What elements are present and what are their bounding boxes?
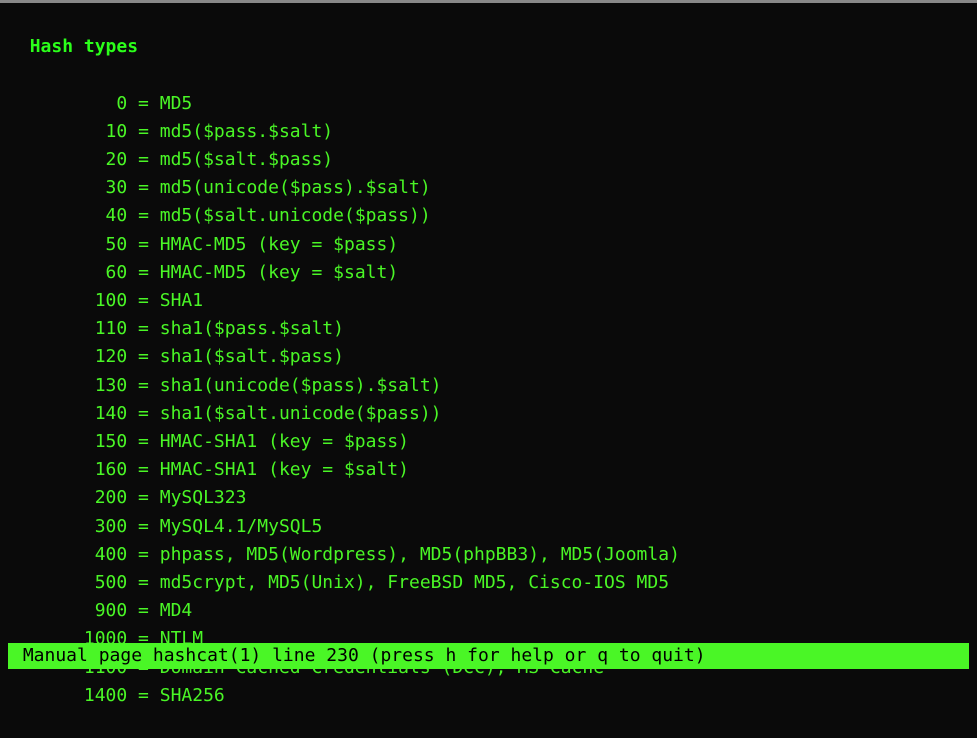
- hash-type-row: 20 = md5($salt.$pass): [8, 146, 969, 174]
- hash-type-desc: MySQL4.1/MySQL5: [160, 516, 323, 537]
- hash-type-desc: MySQL323: [160, 487, 247, 508]
- hash-type-id: 150: [95, 431, 128, 452]
- hash-type-desc: HMAC-MD5 (key = $salt): [160, 262, 398, 283]
- hash-type-desc: HMAC-SHA1 (key = $pass): [160, 431, 409, 452]
- hash-type-id: 1400: [84, 685, 127, 706]
- man-pager-status[interactable]: Manual page hashcat(1) line 230 (press h…: [8, 643, 969, 669]
- hash-type-row: 500 = md5crypt, MD5(Unix), FreeBSD MD5, …: [8, 569, 969, 597]
- hash-type-id: 140: [95, 403, 128, 424]
- hash-type-id: 900: [95, 600, 128, 621]
- hash-type-row: 140 = sha1($salt.unicode($pass)): [8, 400, 969, 428]
- hash-type-desc: md5($pass.$salt): [160, 121, 333, 142]
- hash-type-row: 300 = MySQL4.1/MySQL5: [8, 513, 969, 541]
- hash-type-id: 50: [106, 234, 128, 255]
- hash-type-id: 130: [95, 375, 128, 396]
- hash-type-row: 0 = MD5: [8, 90, 969, 118]
- hash-type-row: 100 = SHA1: [8, 287, 969, 315]
- hash-type-desc: sha1($salt.$pass): [160, 346, 344, 367]
- hash-type-desc: md5(unicode($pass).$salt): [160, 177, 431, 198]
- hash-type-id: 300: [95, 516, 128, 537]
- hash-type-id: 40: [106, 205, 128, 226]
- hash-type-row: 400 = phpass, MD5(Wordpress), MD5(phpBB3…: [8, 541, 969, 569]
- hash-type-id: 100: [95, 290, 128, 311]
- hash-type-desc: sha1($pass.$salt): [160, 318, 344, 339]
- hash-type-desc: phpass, MD5(Wordpress), MD5(phpBB3), MD5…: [160, 544, 680, 565]
- hash-type-id: 0: [116, 93, 127, 114]
- hash-type-row: 120 = sha1($salt.$pass): [8, 343, 969, 371]
- hash-type-desc: md5($salt.$pass): [160, 149, 333, 170]
- hash-type-desc: HMAC-SHA1 (key = $salt): [160, 459, 409, 480]
- hash-type-id: 110: [95, 318, 128, 339]
- hash-type-id: 160: [95, 459, 128, 480]
- hash-type-row: 130 = sha1(unicode($pass).$salt): [8, 372, 969, 400]
- hash-type-row: 200 = MySQL323: [8, 484, 969, 512]
- hash-type-row: 60 = HMAC-MD5 (key = $salt): [8, 259, 969, 287]
- terminal-output: Hash types 0 = MD5 10 = md5($pass.$salt)…: [0, 3, 977, 738]
- hash-type-desc: sha1(unicode($pass).$salt): [160, 375, 442, 396]
- hash-type-desc: md5crypt, MD5(Unix), FreeBSD MD5, Cisco-…: [160, 572, 669, 593]
- hash-type-desc: MD5: [160, 93, 193, 114]
- hash-type-id: 30: [106, 177, 128, 198]
- hash-type-row: 900 = MD4: [8, 597, 969, 625]
- hash-type-row: 30 = md5(unicode($pass).$salt): [8, 174, 969, 202]
- hash-type-list: 0 = MD5 10 = md5($pass.$salt) 20 = md5($…: [8, 90, 969, 710]
- hash-type-id: 120: [95, 346, 128, 367]
- hash-type-id: 20: [106, 149, 128, 170]
- hash-type-id: 10: [106, 121, 128, 142]
- hash-type-desc: md5($salt.unicode($pass)): [160, 205, 431, 226]
- hash-type-row: 110 = sha1($pass.$salt): [8, 315, 969, 343]
- hash-type-id: 500: [95, 572, 128, 593]
- hash-type-desc: SHA1: [160, 290, 203, 311]
- section-header: Hash types: [30, 36, 138, 57]
- hash-type-desc: sha1($salt.unicode($pass)): [160, 403, 442, 424]
- hash-type-id: 60: [106, 262, 128, 283]
- hash-type-row: 150 = HMAC-SHA1 (key = $pass): [8, 428, 969, 456]
- hash-type-row: 1400 = SHA256: [8, 682, 969, 710]
- hash-type-id: 200: [95, 487, 128, 508]
- hash-type-desc: SHA256: [160, 685, 225, 706]
- hash-type-row: 50 = HMAC-MD5 (key = $pass): [8, 231, 969, 259]
- hash-type-desc: MD4: [160, 600, 193, 621]
- hash-type-id: 400: [95, 544, 128, 565]
- hash-type-row: 10 = md5($pass.$salt): [8, 118, 969, 146]
- hash-type-row: 160 = HMAC-SHA1 (key = $salt): [8, 456, 969, 484]
- hash-type-row: 40 = md5($salt.unicode($pass)): [8, 202, 969, 230]
- hash-type-desc: HMAC-MD5 (key = $pass): [160, 234, 398, 255]
